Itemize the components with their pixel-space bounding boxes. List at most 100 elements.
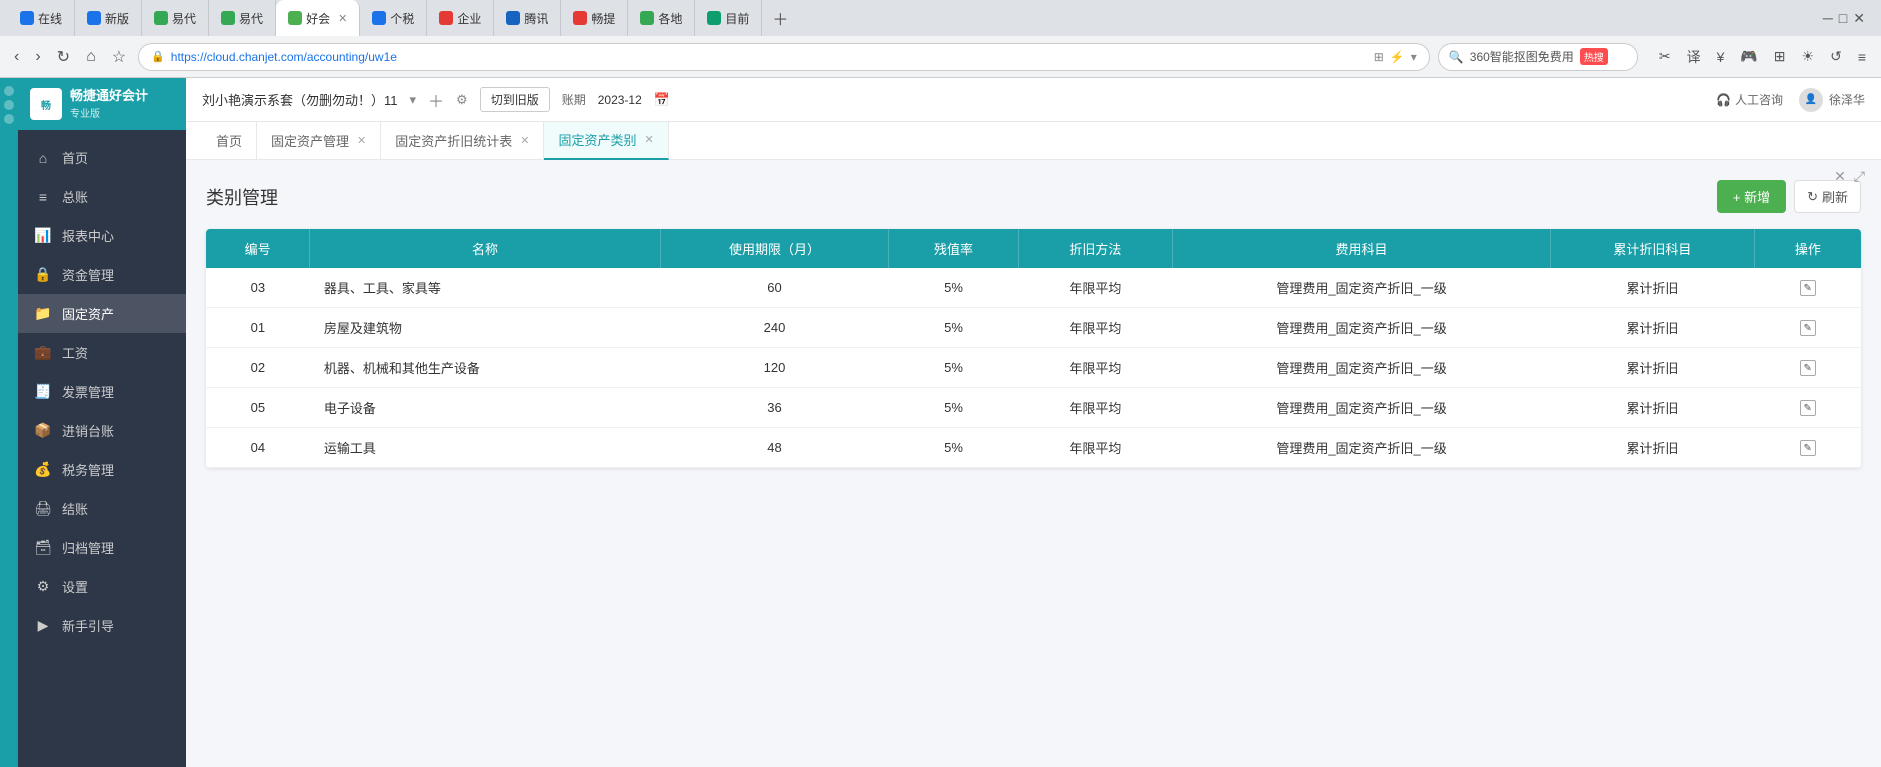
- edge-dot-3[interactable]: [4, 114, 14, 124]
- add-account-button[interactable]: ＋: [428, 88, 444, 112]
- cell-residual-2: 5%: [889, 308, 1019, 348]
- content-area: ✕ ⤢ 类别管理 + 新增 ↻ 刷新 编号: [186, 160, 1881, 767]
- cell-name-3: 机器、机械和其他生产设备: [310, 348, 660, 388]
- calendar-icon[interactable]: 📅: [654, 92, 670, 108]
- settings-button-header[interactable]: ⚙: [456, 92, 468, 108]
- browser-tab-9[interactable]: 畅提: [561, 0, 628, 36]
- browser-tab-8[interactable]: 腾讯: [494, 0, 561, 36]
- tab-fixed-mgmt[interactable]: 固定资产管理 ✕: [257, 122, 381, 160]
- sidebar-item-label-home: 首页: [62, 148, 88, 167]
- switch-old-version-button[interactable]: 切到旧版: [480, 87, 550, 112]
- archive-icon: 🗃: [34, 539, 52, 557]
- cell-method-1: 年限平均: [1018, 268, 1172, 308]
- sidebar-item-fixed[interactable]: 📁 固定资产: [18, 294, 186, 333]
- sidebar-item-fund[interactable]: 🔒 资金管理: [18, 255, 186, 294]
- edge-dot-2[interactable]: [4, 100, 14, 110]
- tab-category[interactable]: 固定资产类别 ✕: [544, 122, 668, 160]
- browser-tab-3[interactable]: 易代: [142, 0, 209, 36]
- account-name: 刘小艳演示系套（勿删勿动！）11: [202, 90, 398, 109]
- cell-period-2: 240: [660, 308, 889, 348]
- table-row: 04 运输工具 48 5% 年限平均 管理费用_固定资产折旧_一级 累计折旧 ✎: [206, 428, 1861, 468]
- back-button[interactable]: ‹: [10, 44, 23, 70]
- address-bar-row: ‹ › ↻ ⌂ ☆ 🔒 https://cloud.chanjet.com/ac…: [0, 36, 1881, 78]
- sidebar-item-label-fund: 资金管理: [62, 265, 114, 284]
- menu-icon[interactable]: ≡: [1853, 46, 1871, 68]
- home-button[interactable]: ⌂: [82, 44, 100, 70]
- window-expand-button[interactable]: ⤢: [1854, 168, 1865, 185]
- minimize-button[interactable]: ─: [1823, 10, 1833, 26]
- table-row: 03 器具、工具、家具等 60 5% 年限平均 管理费用_固定资产折旧_一级 累…: [206, 268, 1861, 308]
- browser-tab-close-5[interactable]: ✕: [338, 12, 347, 25]
- bookmark-button[interactable]: ☆: [108, 43, 130, 71]
- cell-period-3: 120: [660, 348, 889, 388]
- browser-tab-2[interactable]: 新版: [75, 0, 142, 36]
- user-name: 徐泽华: [1829, 91, 1865, 108]
- tab-close-fixed-mgmt[interactable]: ✕: [357, 134, 366, 147]
- sidebar-item-label-report: 报表中心: [62, 226, 114, 245]
- sidebar-item-checkout[interactable]: 🖨 结账: [18, 489, 186, 528]
- browser-toolbar: ✂ 译 ¥ 🎮 ⊞ ☀ ↺ ≡: [1654, 44, 1871, 70]
- sidebar-item-settings[interactable]: ⚙ 设置: [18, 567, 186, 606]
- add-button[interactable]: + 新增: [1717, 180, 1786, 213]
- forward-button[interactable]: ›: [31, 44, 44, 70]
- cell-residual-5: 5%: [889, 428, 1019, 468]
- edit-button-4[interactable]: ✎: [1794, 397, 1822, 418]
- window-close-button[interactable]: ✕: [1834, 168, 1846, 185]
- cell-expense-3: 管理费用_固定资产折旧_一级: [1173, 348, 1551, 388]
- tax-icon: 💰: [34, 461, 52, 479]
- sidebar: 畅 畅捷通好会计 专业版 ⌂ 首页 ≡ 总账 📊 报表中心 🔒 资金管理: [18, 78, 186, 767]
- browser-tab-10[interactable]: 各地: [628, 0, 695, 36]
- sidebar-item-label-archive: 归档管理: [62, 538, 114, 557]
- user-info[interactable]: 👤 徐泽华: [1799, 88, 1865, 112]
- tab-home[interactable]: 首页: [202, 122, 257, 160]
- dropdown-icon[interactable]: ▾: [1411, 50, 1417, 64]
- window-controls: ✕ ⤢: [1834, 168, 1865, 185]
- coupon-icon[interactable]: ¥: [1712, 46, 1730, 68]
- sidebar-item-tax[interactable]: 💰 税务管理: [18, 450, 186, 489]
- close-window-button[interactable]: ✕: [1853, 10, 1865, 27]
- sidebar-item-report[interactable]: 📊 报表中心: [18, 216, 186, 255]
- undo-icon[interactable]: ↺: [1825, 45, 1847, 68]
- edge-dot-1[interactable]: [4, 86, 14, 96]
- sidebar-item-invoice[interactable]: 🧾 发票管理: [18, 372, 186, 411]
- sidebar-item-salary[interactable]: 💼 工资: [18, 333, 186, 372]
- hot-badge: 热搜: [1580, 48, 1608, 65]
- maximize-button[interactable]: □: [1839, 10, 1847, 26]
- sidebar-item-guide[interactable]: ▶ 新手引导: [18, 606, 186, 645]
- browser-tab-1[interactable]: 在线: [8, 0, 75, 36]
- cell-expense-1: 管理费用_固定资产折旧_一级: [1173, 268, 1551, 308]
- cell-accum-3: 累计折旧: [1551, 348, 1755, 388]
- cut-icon[interactable]: ✂: [1654, 45, 1676, 68]
- sidebar-item-stock[interactable]: 📦 进销台账: [18, 411, 186, 450]
- dropdown-arrow[interactable]: ▾: [410, 92, 417, 108]
- url-bar[interactable]: 🔒 https://cloud.chanjet.com/accounting/u…: [138, 43, 1430, 71]
- browser-tab-11[interactable]: 目前: [695, 0, 762, 36]
- edit-button-1[interactable]: ✎: [1794, 277, 1822, 298]
- browser-tab-4[interactable]: 易代: [209, 0, 276, 36]
- sidebar-item-ledger[interactable]: ≡ 总账: [18, 177, 186, 216]
- translate-icon[interactable]: 译: [1682, 44, 1706, 70]
- game-icon[interactable]: 🎮: [1735, 45, 1762, 68]
- tab-close-category[interactable]: ✕: [645, 133, 654, 146]
- cell-code-3: 02: [206, 348, 310, 388]
- browser-tab-6[interactable]: 个税: [360, 0, 427, 36]
- edit-button-5[interactable]: ✎: [1794, 437, 1822, 458]
- tab-close-depreciation[interactable]: ✕: [520, 134, 529, 147]
- edit-button-2[interactable]: ✎: [1794, 317, 1822, 338]
- sun-icon[interactable]: ☀: [1797, 45, 1820, 68]
- edit-button-3[interactable]: ✎: [1794, 357, 1822, 378]
- service-button[interactable]: 🎧 人工咨询: [1716, 91, 1783, 108]
- refresh-icon: ↻: [1807, 189, 1818, 205]
- browser-tab-5[interactable]: 好会 ✕: [276, 0, 360, 36]
- tab-depreciation[interactable]: 固定资产折旧统计表 ✕: [381, 122, 544, 160]
- search-icon: 🔍: [1449, 50, 1464, 64]
- browser-tab-7[interactable]: 企业: [427, 0, 494, 36]
- sidebar-item-label-checkout: 结账: [62, 499, 88, 518]
- grid-icon[interactable]: ⊞: [1769, 45, 1791, 68]
- sidebar-item-archive[interactable]: 🗃 归档管理: [18, 528, 186, 567]
- cell-code-5: 04: [206, 428, 310, 468]
- reload-button[interactable]: ↻: [53, 43, 74, 71]
- search-bar[interactable]: 🔍 360智能抠图免费用 热搜: [1438, 43, 1638, 71]
- sidebar-item-home[interactable]: ⌂ 首页: [18, 138, 186, 177]
- new-tab-button[interactable]: ＋: [762, 6, 798, 30]
